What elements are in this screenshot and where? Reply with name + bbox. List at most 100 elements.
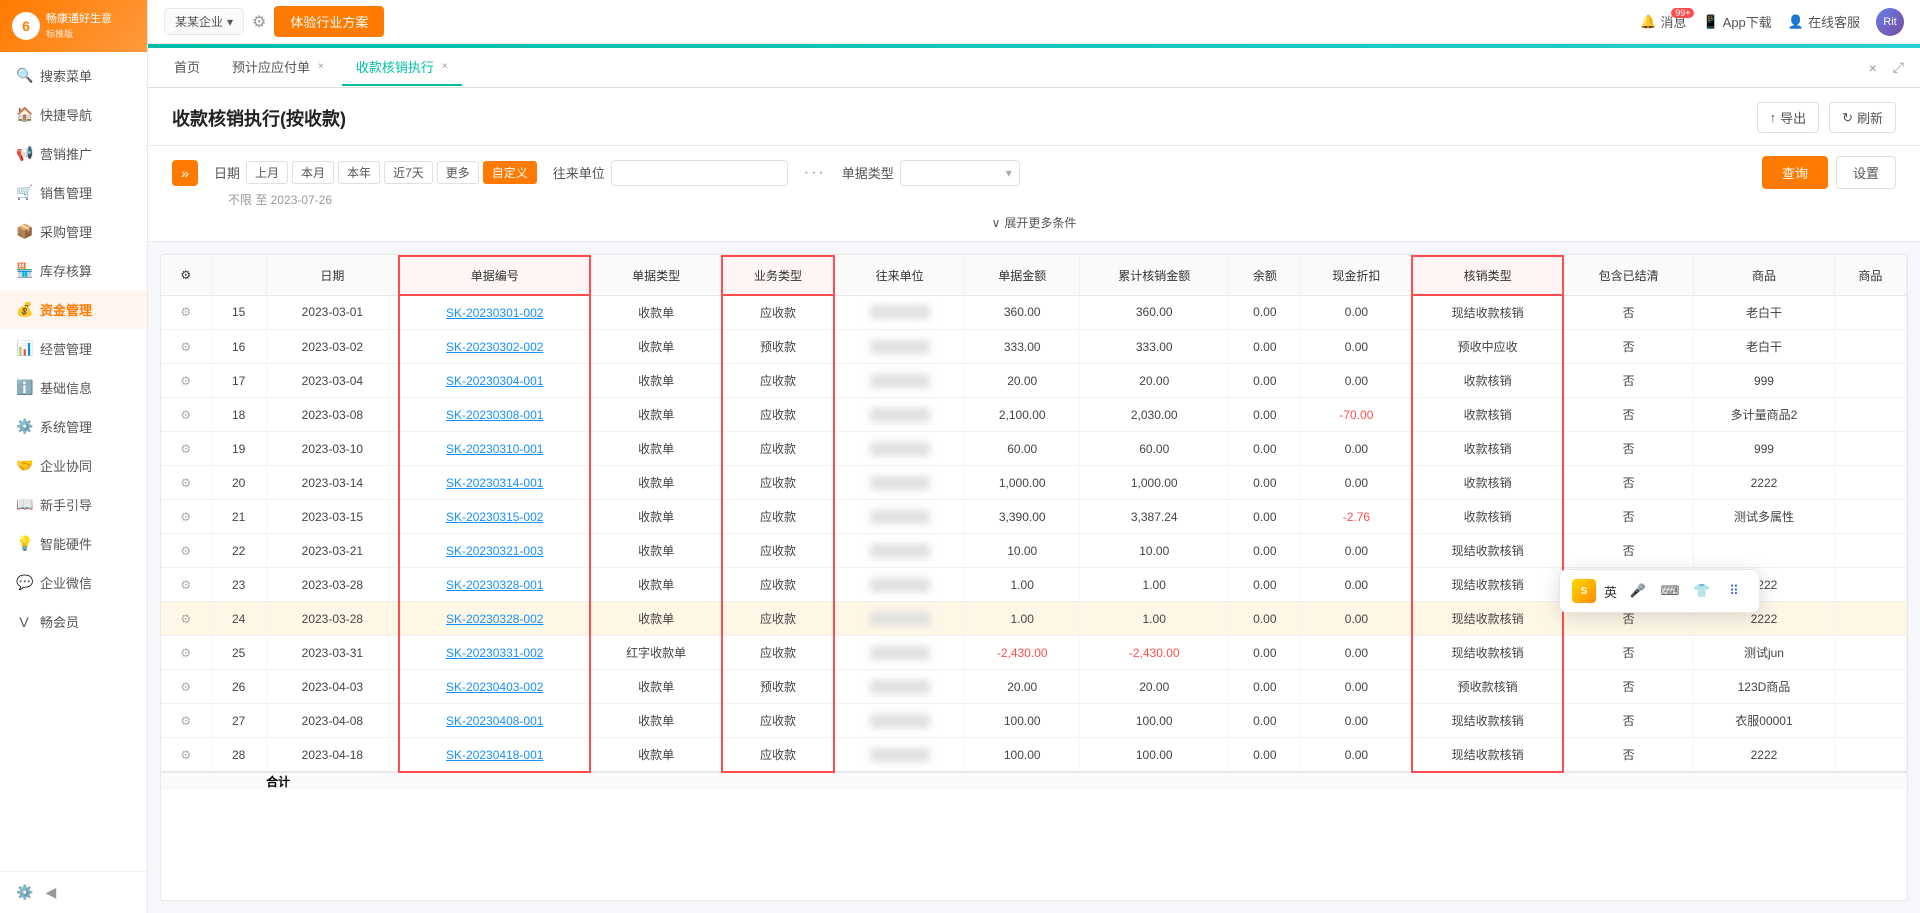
date-last-month-btn[interactable]: 上月: [246, 161, 288, 184]
row-settings-icon[interactable]: ⚙: [180, 510, 191, 524]
td-settings[interactable]: ⚙: [161, 534, 211, 568]
date-this-month-btn[interactable]: 本月: [292, 161, 334, 184]
td-settings[interactable]: ⚙: [161, 670, 211, 704]
settings-button[interactable]: 设置: [1836, 156, 1896, 189]
bill-no-link[interactable]: SK-20230328-002: [446, 612, 543, 626]
online-service-item[interactable]: 👤 在线客服: [1788, 12, 1860, 31]
th-goods[interactable]: 商品: [1694, 256, 1835, 295]
td-bill-no[interactable]: SK-20230321-003: [399, 534, 590, 568]
bill-no-link[interactable]: SK-20230302-002: [446, 340, 543, 354]
bill-type-select[interactable]: [900, 160, 1020, 186]
th-bill-type[interactable]: 单据类型: [590, 256, 721, 295]
bill-no-link[interactable]: SK-20230408-001: [446, 714, 543, 728]
bill-no-link[interactable]: SK-20230308-001: [446, 408, 543, 422]
column-settings-icon[interactable]: ⚙: [180, 268, 191, 282]
notification-item[interactable]: 🔔 消息 99+: [1640, 12, 1686, 31]
row-settings-icon[interactable]: ⚙: [180, 544, 191, 558]
tab-maximize-btn[interactable]: ⤢: [1889, 55, 1908, 80]
tab-prepay-close-icon[interactable]: ×: [318, 61, 324, 72]
solution-button[interactable]: 体验行业方案: [274, 6, 384, 37]
td-bill-no[interactable]: SK-20230408-001: [399, 704, 590, 738]
td-bill-no[interactable]: SK-20230328-002: [399, 602, 590, 636]
td-bill-no[interactable]: SK-20230308-001: [399, 398, 590, 432]
popup-keyboard-icon[interactable]: ⌨: [1657, 578, 1683, 604]
sidebar-item-member[interactable]: V 畅会员: [0, 602, 147, 641]
row-settings-icon[interactable]: ⚙: [180, 646, 191, 660]
td-bill-no[interactable]: SK-20230418-001: [399, 738, 590, 773]
date-7days-btn[interactable]: 近7天: [384, 161, 433, 184]
bill-no-link[interactable]: SK-20230304-001: [446, 374, 543, 388]
tab-close-window-btn[interactable]: ×: [1865, 55, 1881, 80]
sidebar-item-sales[interactable]: 🛒 销售管理: [0, 173, 147, 212]
row-settings-icon[interactable]: ⚙: [180, 442, 191, 456]
topbar-gear-icon[interactable]: ⚙: [252, 12, 266, 32]
bill-no-link[interactable]: SK-20230418-001: [446, 748, 543, 762]
sidebar-item-basic[interactable]: ℹ️ 基础信息: [0, 368, 147, 407]
sidebar-item-quicknav[interactable]: 🏠 快捷导航: [0, 95, 147, 134]
td-settings[interactable]: ⚙: [161, 295, 211, 330]
bill-no-link[interactable]: SK-20230314-001: [446, 476, 543, 490]
th-bill-amount[interactable]: 单据金额: [965, 256, 1080, 295]
bill-no-link[interactable]: SK-20230328-001: [446, 578, 543, 592]
td-settings[interactable]: ⚙: [161, 466, 211, 500]
expand-more-button[interactable]: ∨ 展开更多条件: [992, 214, 1077, 231]
th-bill-no[interactable]: 单据编号: [399, 256, 590, 295]
sidebar-item-enterprise[interactable]: 🤝 企业协同: [0, 446, 147, 485]
td-settings[interactable]: ⚙: [161, 704, 211, 738]
filter-expand-button[interactable]: »: [172, 160, 198, 186]
row-settings-icon[interactable]: ⚙: [180, 340, 191, 354]
th-include-settled[interactable]: 包含已结清: [1563, 256, 1694, 295]
sidebar-item-wechat[interactable]: 💬 企业微信: [0, 563, 147, 602]
bill-no-link[interactable]: SK-20230315-002: [446, 510, 543, 524]
sidebar-item-hardware[interactable]: 💡 智能硬件: [0, 524, 147, 563]
sidebar-settings-icon[interactable]: ⚙️: [16, 884, 33, 901]
td-settings[interactable]: ⚙: [161, 602, 211, 636]
partner-filter-input[interactable]: [611, 160, 788, 186]
sidebar-item-system[interactable]: ⚙️ 系统管理: [0, 407, 147, 446]
date-more-btn[interactable]: 更多: [437, 161, 479, 184]
query-button[interactable]: 查询: [1762, 156, 1828, 189]
td-bill-no[interactable]: SK-20230314-001: [399, 466, 590, 500]
td-bill-no[interactable]: SK-20230403-002: [399, 670, 590, 704]
td-settings[interactable]: ⚙: [161, 398, 211, 432]
td-settings[interactable]: ⚙: [161, 636, 211, 670]
bill-no-link[interactable]: SK-20230321-003: [446, 544, 543, 558]
refresh-button[interactable]: ↻ 刷新: [1829, 102, 1896, 133]
sidebar-item-finance[interactable]: 💰 资金管理: [0, 290, 147, 329]
row-settings-icon[interactable]: ⚙: [180, 374, 191, 388]
th-goods2[interactable]: 商品: [1834, 256, 1906, 295]
sidebar-item-marketing[interactable]: 📢 营销推广: [0, 134, 147, 173]
td-settings[interactable]: ⚙: [161, 738, 211, 773]
td-settings[interactable]: ⚙: [161, 568, 211, 602]
popup-mic-icon[interactable]: 🎤: [1625, 578, 1651, 604]
row-settings-icon[interactable]: ⚙: [180, 476, 191, 490]
row-settings-icon[interactable]: ⚙: [180, 305, 191, 319]
td-bill-no[interactable]: SK-20230302-002: [399, 330, 590, 364]
row-settings-icon[interactable]: ⚙: [180, 680, 191, 694]
popup-apps-icon[interactable]: ⠿: [1721, 578, 1747, 604]
th-balance[interactable]: 余额: [1229, 256, 1301, 295]
company-dropdown[interactable]: 某某企业 ▾: [164, 8, 244, 35]
sidebar-item-guide[interactable]: 📖 新手引导: [0, 485, 147, 524]
td-bill-no[interactable]: SK-20230310-001: [399, 432, 590, 466]
th-accum-amount[interactable]: 累计核销金额: [1080, 256, 1229, 295]
td-settings[interactable]: ⚙: [161, 500, 211, 534]
row-settings-icon[interactable]: ⚙: [180, 612, 191, 626]
bill-no-link[interactable]: SK-20230403-002: [446, 680, 543, 694]
bill-no-link[interactable]: SK-20230310-001: [446, 442, 543, 456]
app-download-item[interactable]: 📱 App下载: [1702, 12, 1771, 31]
date-this-year-btn[interactable]: 本年: [338, 161, 380, 184]
th-cancel-type[interactable]: 核销类型: [1412, 256, 1563, 295]
tab-prepay[interactable]: 预计应应付单 ×: [218, 49, 338, 86]
th-biz-type[interactable]: 业务类型: [722, 256, 834, 295]
tab-collection[interactable]: 收款核销执行 ×: [342, 49, 462, 86]
export-button[interactable]: ↑ 导出: [1757, 102, 1820, 133]
th-settings[interactable]: ⚙: [161, 256, 211, 295]
td-bill-no[interactable]: SK-20230331-002: [399, 636, 590, 670]
sidebar-item-purchase[interactable]: 📦 采购管理: [0, 212, 147, 251]
tab-collection-close-icon[interactable]: ×: [442, 61, 448, 72]
td-settings[interactable]: ⚙: [161, 330, 211, 364]
sidebar-item-inventory[interactable]: 🏪 库存核算: [0, 251, 147, 290]
row-settings-icon[interactable]: ⚙: [180, 408, 191, 422]
tab-home[interactable]: 首页: [160, 49, 214, 86]
